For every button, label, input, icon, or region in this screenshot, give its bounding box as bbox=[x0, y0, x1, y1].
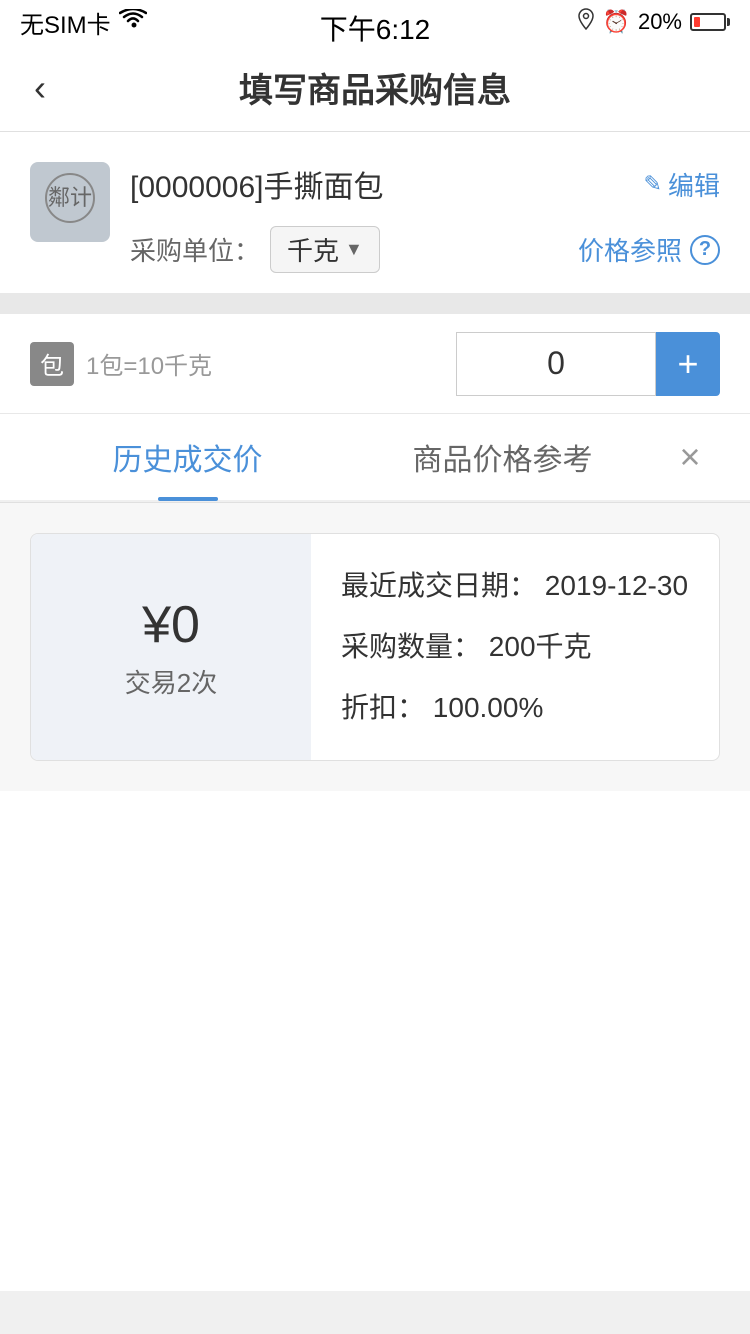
product-header: [0000006]手撕面包 ✎ 编辑 bbox=[130, 162, 720, 206]
price-summary: ¥0 交易2次 bbox=[31, 534, 311, 760]
status-bar: 无SIM卡 下午6:12 ⏰ 20% bbox=[0, 0, 750, 44]
carrier-label: 无SIM卡 bbox=[20, 5, 111, 40]
edit-button[interactable]: ✎ 编辑 bbox=[644, 166, 720, 203]
battery-percent: 20% bbox=[638, 9, 682, 35]
dropdown-arrow-icon: ▼ bbox=[345, 239, 363, 260]
back-button[interactable]: ‹ bbox=[0, 44, 80, 132]
status-left: 无SIM卡 bbox=[20, 5, 147, 40]
discount-label: 折扣： bbox=[341, 692, 425, 723]
help-circle-icon: ? bbox=[690, 235, 720, 265]
purchase-qty-row: 采购数量： 200千克 bbox=[341, 625, 689, 670]
discount-row: 折扣： 100.00% bbox=[341, 686, 689, 731]
bottom-area bbox=[0, 791, 750, 1291]
product-card: 鄰计 [0000006]手撕面包 ✎ 编辑 采购单位： 千克 ▼ 价格参照 bbox=[0, 132, 750, 294]
unit-box: 包 bbox=[30, 342, 74, 386]
product-thumbnail: 鄰计 bbox=[30, 162, 110, 242]
price-times-label: 交易2次 bbox=[125, 663, 217, 700]
separator bbox=[0, 294, 750, 314]
product-name: [0000006]手撕面包 bbox=[130, 162, 383, 206]
edit-icon: ✎ bbox=[644, 171, 662, 197]
quantity-input[interactable]: 0 bbox=[456, 332, 656, 396]
tabs-header: 历史成交价 商品价格参考 × bbox=[0, 414, 750, 502]
quantity-input-group[interactable]: 0 + bbox=[456, 332, 720, 396]
nav-bar: ‹ 填写商品采购信息 bbox=[0, 44, 750, 132]
tabs-close-button[interactable]: × bbox=[660, 427, 720, 487]
status-right: ⏰ 20% bbox=[577, 8, 730, 36]
price-amount: ¥0 bbox=[142, 595, 200, 655]
tab-history-price[interactable]: 历史成交价 bbox=[30, 413, 345, 501]
battery-icon bbox=[690, 13, 730, 31]
quantity-label-group: 包 1包=10千克 bbox=[30, 342, 456, 386]
wifi-icon bbox=[119, 8, 147, 36]
purchase-qty-label: 采购数量： bbox=[341, 631, 481, 662]
price-detail: 最近成交日期： 2019-12-30 采购数量： 200千克 折扣： 100.0… bbox=[311, 534, 719, 760]
quantity-plus-button[interactable]: + bbox=[656, 332, 720, 396]
status-time: 下午6:12 bbox=[320, 8, 431, 48]
quantity-row: 包 1包=10千克 0 + bbox=[0, 314, 750, 414]
price-reference-button[interactable]: 价格参照 ? bbox=[578, 231, 720, 268]
recent-date-label: 最近成交日期： bbox=[341, 570, 537, 601]
purchase-qty-value: 200千克 bbox=[489, 631, 592, 662]
conversion-label: 1包=10千克 bbox=[86, 346, 212, 381]
tabs-section: 历史成交价 商品价格参考 × bbox=[0, 414, 750, 503]
svg-text:鄰计: 鄰计 bbox=[48, 185, 92, 210]
location-icon bbox=[577, 8, 595, 36]
page-title: 填写商品采购信息 bbox=[239, 63, 511, 112]
alarm-icon: ⏰ bbox=[603, 9, 630, 35]
product-unit-row: 采购单位： 千克 ▼ 价格参照 ? bbox=[130, 226, 720, 273]
unit-value: 千克 bbox=[287, 231, 339, 268]
unit-label: 采购单位： 千克 ▼ bbox=[130, 226, 380, 273]
recent-date-row: 最近成交日期： 2019-12-30 bbox=[341, 564, 689, 609]
price-card: ¥0 交易2次 最近成交日期： 2019-12-30 采购数量： 200千克 折… bbox=[30, 533, 720, 761]
discount-value: 100.00% bbox=[433, 692, 544, 723]
recent-date-value: 2019-12-30 bbox=[545, 570, 688, 601]
product-details: [0000006]手撕面包 ✎ 编辑 采购单位： 千克 ▼ 价格参照 ? bbox=[130, 162, 720, 273]
history-content: ¥0 交易2次 最近成交日期： 2019-12-30 采购数量： 200千克 折… bbox=[0, 503, 750, 791]
product-logo-icon: 鄰计 bbox=[44, 172, 96, 233]
unit-select-dropdown[interactable]: 千克 ▼ bbox=[270, 226, 380, 273]
tab-product-price-ref[interactable]: 商品价格参考 bbox=[345, 413, 660, 501]
price-ref-label: 价格参照 bbox=[578, 231, 682, 268]
